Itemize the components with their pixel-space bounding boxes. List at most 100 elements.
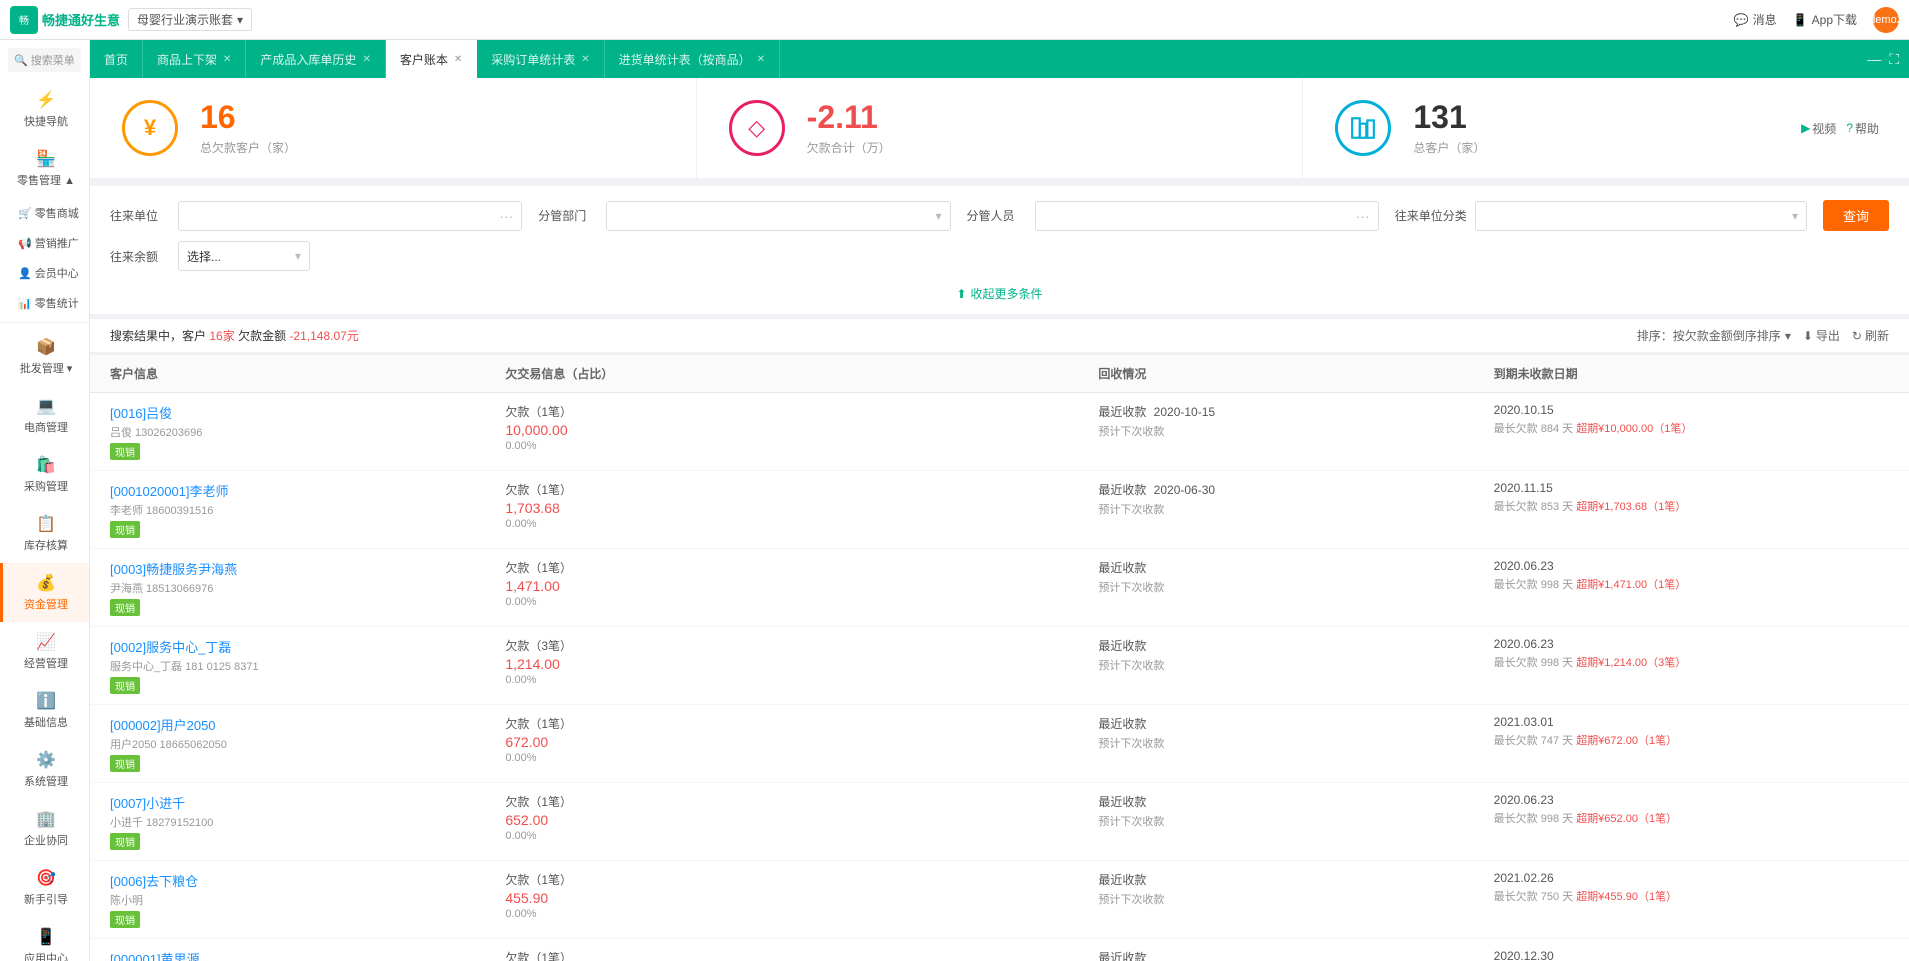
customer-name-link[interactable]: [0016]吕俊 bbox=[110, 403, 505, 422]
filter-item-person: 分管人员 ··· bbox=[967, 201, 1379, 231]
filter-row-1: 往来单位 ··· 分管部门 ▾ bbox=[110, 200, 1889, 231]
filter-unit-label: 往来单位 bbox=[110, 207, 170, 224]
app-logo: 畅 bbox=[10, 6, 38, 34]
sidebar-item-marketing[interactable]: 📢 营销推广 bbox=[0, 228, 89, 258]
filter-row-2: 往来余额 选择... ▾ bbox=[110, 241, 1889, 271]
user-profile[interactable]: demo2 bbox=[1873, 7, 1899, 33]
overdue-link[interactable]: 超期¥652.00（1笔） bbox=[1576, 813, 1677, 825]
sidebar-item-finance-mgmt[interactable]: 💰 资金管理 bbox=[0, 563, 89, 622]
app-download-btn[interactable]: 📱 App下载 bbox=[1793, 11, 1857, 28]
overdue-link[interactable]: 超期¥1,214.00（3笔） bbox=[1576, 657, 1686, 669]
sort-selector[interactable]: 排序：按欠款金额倒序排序 ▾ bbox=[1637, 327, 1791, 344]
video-btn[interactable]: ▶ 视频 bbox=[1801, 120, 1836, 137]
sidebar-item-ecom-mgmt[interactable]: 💻 电商管理 bbox=[0, 386, 89, 445]
filter-item-balance: 往来余额 选择... ▾ bbox=[110, 241, 310, 271]
sidebar-item-member[interactable]: 👤 会员中心 bbox=[0, 258, 89, 288]
filter-dept-select[interactable]: ▾ bbox=[606, 201, 950, 231]
td-recovery-3: 最近收款 预计下次收款 bbox=[1098, 559, 1493, 595]
top-bar-right: 💬 消息 📱 App下载 demo2 bbox=[1734, 7, 1899, 33]
overdue-link[interactable]: 超期¥10,000.00（1笔） bbox=[1576, 423, 1692, 435]
search-icon: 🔍 bbox=[14, 54, 28, 67]
td-due-4: 2020.06.23 最长欠款 998 天 超期¥1,214.00（3笔） bbox=[1494, 637, 1889, 670]
collapse-bar[interactable]: ⬆ 收起更多条件 bbox=[110, 281, 1889, 306]
guide-icon: 🎯 bbox=[36, 868, 56, 888]
result-bar: 搜索结果中，客户 16家 欠款金额 -21,148.07元 排序：按欠款金额倒序… bbox=[90, 318, 1909, 352]
sidebar-item-batch-mgmt[interactable]: 📦 批发管理 ▾ bbox=[0, 327, 89, 386]
td-debt-3: 欠款（1笔） 1,471.00 0.00% bbox=[505, 559, 1098, 608]
filter-category-label: 往来单位分类 bbox=[1395, 207, 1467, 224]
sidebar-item-guide[interactable]: 🎯 新手引导 bbox=[0, 858, 89, 917]
tab-minimize-icon[interactable]: — bbox=[1867, 51, 1881, 67]
tab-home[interactable]: 首页 bbox=[90, 40, 143, 78]
table-header: 客户信息 欠交易信息（占比） 回收情况 到期未收款日期 bbox=[90, 354, 1909, 393]
customer-name-link[interactable]: [0002]服务中心_丁磊 bbox=[110, 637, 505, 656]
sidebar-item-retail-stats[interactable]: 📊 零售统计 bbox=[0, 288, 89, 318]
filter-balance-select[interactable]: 选择... ▾ bbox=[178, 241, 310, 271]
td-debt-7: 欠款（1笔） 455.90 0.00% bbox=[505, 871, 1098, 920]
help-icon: ? bbox=[1846, 121, 1853, 135]
export-btn[interactable]: ⬇ 导出 bbox=[1803, 327, 1840, 344]
top-bar-left: 畅 畅捷通好生意 母婴行业演示账套 ▾ bbox=[10, 6, 1734, 34]
overdue-link[interactable]: 超期¥1,703.68（1笔） bbox=[1576, 501, 1686, 513]
sidebar-item-purchase-mgmt[interactable]: 🛍️ 采购管理 bbox=[0, 445, 89, 504]
sidebar-item-retail-mall[interactable]: 🛒 零售商城 bbox=[0, 198, 89, 228]
collapse-label: 收起更多条件 bbox=[971, 285, 1043, 302]
sidebar-item-app-center[interactable]: 📱 应用中心 bbox=[0, 917, 89, 961]
quick-nav-icon: ⚡ bbox=[36, 90, 56, 110]
sidebar-item-retail-mgmt[interactable]: 🏪 零售管理 ▲ bbox=[0, 139, 89, 198]
message-btn[interactable]: 💬 消息 bbox=[1734, 11, 1777, 28]
table-row: [000001]黄思源 黄思源 13552700226 现销 欠款（1笔） 42… bbox=[90, 939, 1909, 961]
data-table: 客户信息 欠交易信息（占比） 回收情况 到期未收款日期 [0016]吕俊 吕俊 … bbox=[90, 354, 1909, 961]
video-icon: ▶ bbox=[1801, 121, 1810, 135]
tab-close-icon[interactable]: ✕ bbox=[454, 54, 462, 65]
sidebar-item-sys-mgmt[interactable]: ⚙️ 系统管理 bbox=[0, 740, 89, 799]
overdue-link[interactable]: 超期¥455.90（1笔） bbox=[1576, 891, 1677, 903]
help-btn[interactable]: ? 帮助 bbox=[1846, 120, 1879, 137]
search-button[interactable]: 查询 bbox=[1823, 200, 1889, 231]
tab-product-inbound[interactable]: 产成品入库单历史 ✕ bbox=[246, 40, 385, 78]
sidebar-search-box[interactable]: 🔍 搜索菜单 bbox=[8, 48, 81, 72]
tab-purchase-order[interactable]: 采购订单统计表 ✕ bbox=[477, 40, 604, 78]
sidebar-item-ops-mgmt[interactable]: 📈 经营管理 bbox=[0, 622, 89, 681]
stat-icon-2: ◇ bbox=[727, 98, 787, 158]
tab-close-icon[interactable]: ✕ bbox=[757, 54, 765, 65]
tab-close-icon[interactable]: ✕ bbox=[581, 54, 589, 65]
customer-name-link[interactable]: [0003]畅捷服务尹海燕 bbox=[110, 559, 505, 578]
refresh-btn[interactable]: ↻ 刷新 bbox=[1852, 327, 1889, 344]
table-row: [000002]用户2050 用户2050 18665062050 现销 欠款（… bbox=[90, 705, 1909, 783]
sidebar-item-quick-nav[interactable]: ⚡ 快捷导航 bbox=[0, 80, 89, 139]
result-actions: 排序：按欠款金额倒序排序 ▾ ⬇ 导出 ↻ 刷新 bbox=[1637, 327, 1889, 344]
th-debt: 欠交易信息（占比） bbox=[505, 365, 1098, 382]
filter-person-input[interactable]: ··· bbox=[1035, 201, 1379, 231]
td-due-6: 2020.06.23 最长欠款 998 天 超期¥652.00（1笔） bbox=[1494, 793, 1889, 826]
filter-person-dots: ··· bbox=[1356, 208, 1370, 224]
sidebar-item-enterprise[interactable]: 🏢 企业协同 bbox=[0, 799, 89, 858]
sidebar-item-basic-info[interactable]: ℹ️ 基础信息 bbox=[0, 681, 89, 740]
tab-customer-account[interactable]: 客户账本 ✕ bbox=[386, 40, 477, 78]
customer-name-link[interactable]: [0007]小进千 bbox=[110, 793, 505, 812]
filter-category-select[interactable]: ▾ bbox=[1475, 201, 1807, 231]
retail-mgmt-icon: 🏪 bbox=[36, 149, 56, 169]
overdue-link[interactable]: 超期¥1,471.00（1笔） bbox=[1576, 579, 1686, 591]
filter-unit-input[interactable]: ··· bbox=[178, 201, 522, 231]
sidebar-item-inventory[interactable]: 📋 库存核算 bbox=[0, 504, 89, 563]
tab-close-icon[interactable]: ✕ bbox=[223, 54, 231, 65]
inventory-icon: 📋 bbox=[36, 514, 56, 534]
store-selector[interactable]: 母婴行业演示账套 ▾ bbox=[128, 8, 252, 31]
search-placeholder: 搜索菜单 bbox=[31, 52, 75, 68]
tab-product-offline[interactable]: 商品上下架 ✕ bbox=[143, 40, 246, 78]
collapse-icon: ⬆ bbox=[956, 287, 966, 301]
overdue-link[interactable]: 超期¥672.00（1笔） bbox=[1576, 735, 1677, 747]
th-recovery: 回收情况 bbox=[1098, 365, 1493, 382]
tab-close-icon[interactable]: ✕ bbox=[362, 54, 370, 65]
tab-inbound-stats[interactable]: 进货单统计表（按商品） ✕ bbox=[605, 40, 780, 78]
customer-name-link[interactable]: [0006]去下粮仓 bbox=[110, 871, 505, 890]
customer-name-link[interactable]: [000001]黄思源 bbox=[110, 949, 505, 961]
td-due-5: 2021.03.01 最长欠款 747 天 超期¥672.00（1笔） bbox=[1494, 715, 1889, 748]
purchase-mgmt-icon: 🛍️ bbox=[36, 455, 56, 475]
customer-name-link[interactable]: [0001020001]李老师 bbox=[110, 481, 505, 500]
table-row: [0007]小进千 小进千 18279152100 现销 欠款（1笔） 652.… bbox=[90, 783, 1909, 861]
tab-expand-icon[interactable]: ⛶ bbox=[1889, 51, 1899, 68]
customer-name-link[interactable]: [000002]用户2050 bbox=[110, 715, 505, 734]
basic-info-icon: ℹ️ bbox=[36, 691, 56, 711]
